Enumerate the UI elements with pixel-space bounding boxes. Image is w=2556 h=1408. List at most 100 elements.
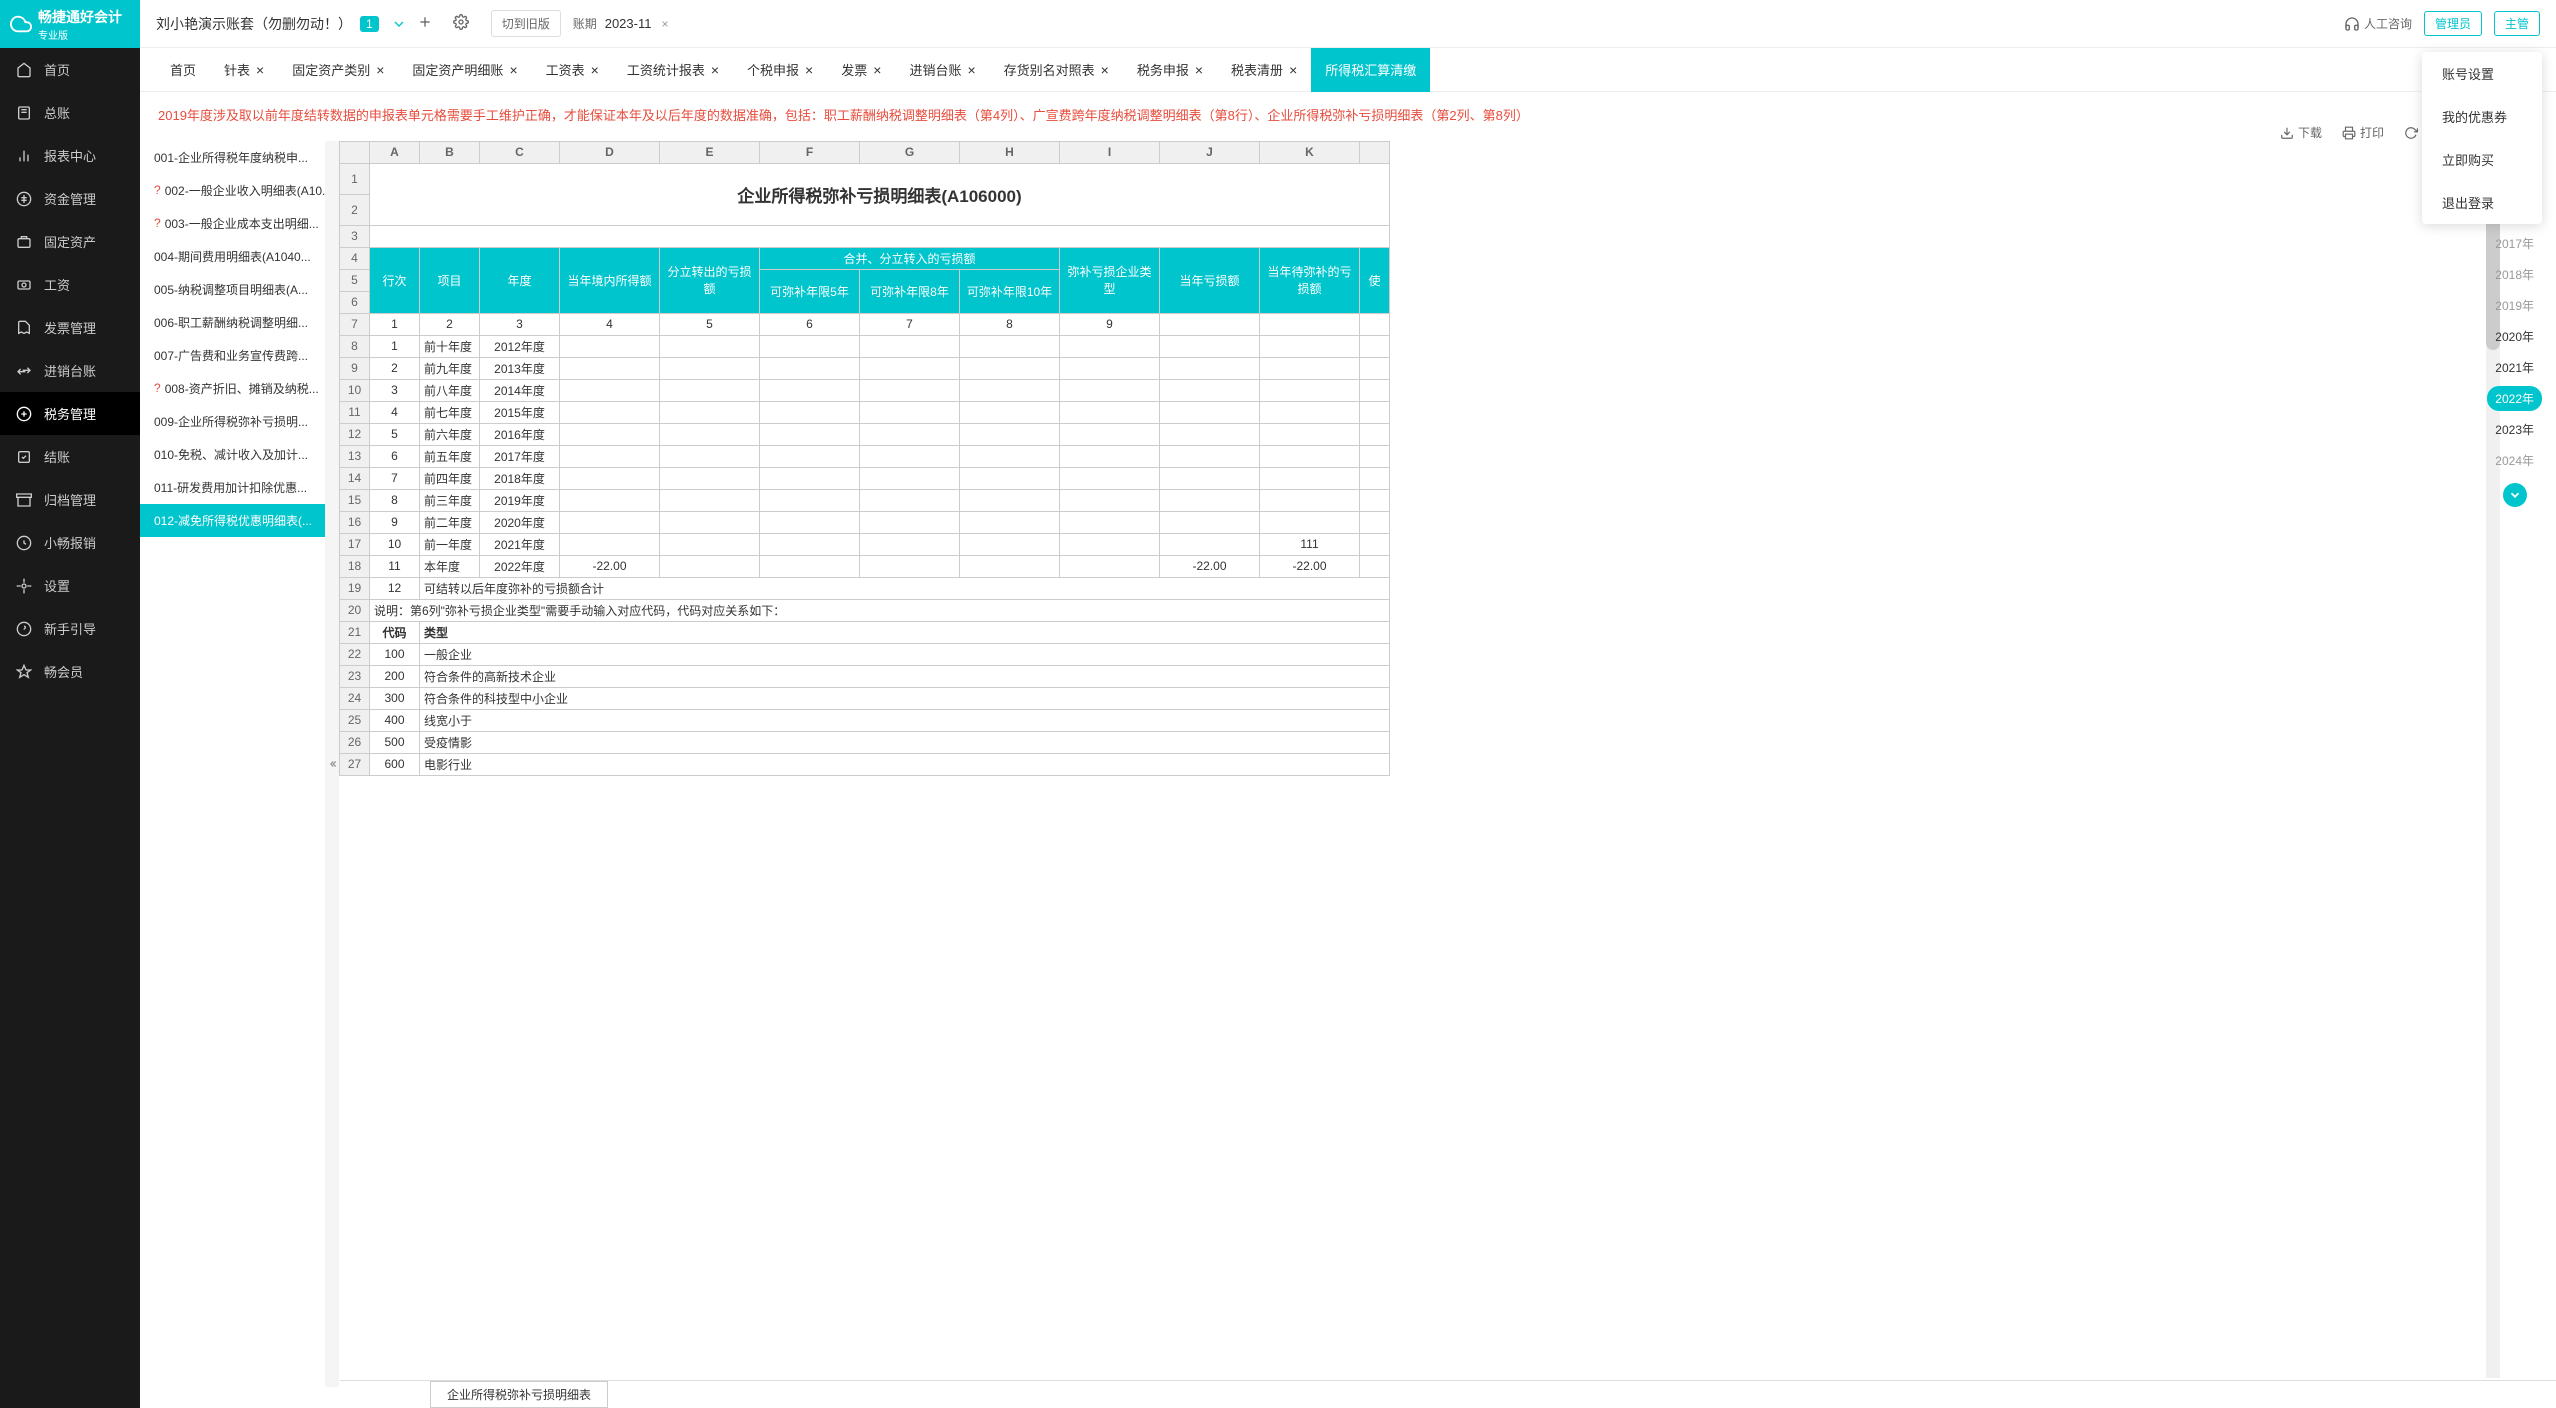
tab[interactable]: 固定资产类别×: [278, 48, 398, 92]
report-item[interactable]: 010-免税、减计收入及加计...: [140, 438, 325, 471]
col-header[interactable]: B: [420, 141, 480, 163]
dropdown-item[interactable]: 立即购买: [2422, 138, 2542, 181]
report-item[interactable]: ?003-一般企业成本支出明细...: [140, 207, 325, 240]
nav-label: 报表中心: [44, 146, 96, 165]
nav-close[interactable]: 结账: [0, 435, 140, 478]
tab[interactable]: 税表清册×: [1217, 48, 1311, 92]
salary-icon: [16, 277, 32, 293]
tab-close-icon[interactable]: ×: [1289, 62, 1297, 78]
period-close-icon[interactable]: ×: [661, 17, 668, 31]
year-rail: 2016年2017年2018年2019年2020年2021年2022年2023年…: [2487, 200, 2542, 511]
year-more-icon[interactable]: [2503, 483, 2527, 507]
tab-label: 所得税汇算清缴: [1325, 60, 1416, 79]
nav-asset[interactable]: 固定资产: [0, 220, 140, 263]
tab[interactable]: 存货别名对照表×: [990, 48, 1123, 92]
col-header[interactable]: G: [860, 141, 960, 163]
nav-salary[interactable]: 工资: [0, 263, 140, 306]
print-button[interactable]: 打印: [2342, 124, 2384, 141]
report-item[interactable]: 011-研发费用加计扣除优惠...: [140, 471, 325, 504]
report-item[interactable]: 012-减免所得税优惠明细表(...: [140, 504, 325, 537]
nav-vip[interactable]: 畅会员: [0, 650, 140, 693]
col-header[interactable]: A: [370, 141, 420, 163]
year-pill[interactable]: 2017年: [2487, 231, 2542, 256]
year-pill[interactable]: 2021年: [2487, 355, 2542, 380]
tab[interactable]: 针表×: [210, 48, 278, 92]
tab[interactable]: 税务申报×: [1123, 48, 1217, 92]
year-pill[interactable]: 2024年: [2487, 448, 2542, 473]
tab[interactable]: 发票×: [827, 48, 895, 92]
role-supervisor-button[interactable]: 主管: [2494, 11, 2540, 36]
dropdown-item[interactable]: 账号设置: [2422, 52, 2542, 95]
tab-close-icon[interactable]: ×: [1195, 62, 1203, 78]
tab[interactable]: 工资表×: [532, 48, 613, 92]
report-item[interactable]: ?008-资产折旧、摊销及纳税...: [140, 372, 325, 405]
nav-money[interactable]: 资金管理: [0, 177, 140, 220]
report-item[interactable]: ?002-一般企业收入明细表(A10...: [140, 174, 325, 207]
nav-guide[interactable]: 新手引导: [0, 607, 140, 650]
nav-ledger[interactable]: 总账: [0, 91, 140, 134]
report-item[interactable]: 005-纳税调整项目明细表(A...: [140, 273, 325, 306]
col-header[interactable]: J: [1160, 141, 1260, 163]
dropdown-item[interactable]: 我的优惠券: [2422, 95, 2542, 138]
tab[interactable]: 固定资产明细账×: [398, 48, 531, 92]
col-header[interactable]: H: [960, 141, 1060, 163]
tab[interactable]: 个税申报×: [733, 48, 827, 92]
nav-invoice[interactable]: 发票管理: [0, 306, 140, 349]
col-header[interactable]: C: [480, 141, 560, 163]
tab-close-icon[interactable]: ×: [805, 62, 813, 78]
sheet-area[interactable]: ABCDEFGHIJK1企业所得税弥补亏损明细表(A106000)234行次项目…: [339, 141, 2556, 1387]
tab[interactable]: 工资统计报表×: [613, 48, 733, 92]
vip-icon: [16, 664, 32, 680]
period-value[interactable]: 2023-11: [605, 16, 652, 31]
nav-home[interactable]: 首页: [0, 48, 140, 91]
tab-close-icon[interactable]: ×: [591, 62, 599, 78]
report-label: 007-广告费和业务宣传费跨...: [154, 347, 308, 364]
nav-expense[interactable]: 小畅报销: [0, 521, 140, 564]
account-name[interactable]: 刘小艳演示账套（勿删勿动！）: [156, 14, 352, 34]
tab-close-icon[interactable]: ×: [256, 62, 264, 78]
year-pill[interactable]: 2020年: [2487, 324, 2542, 349]
report-item[interactable]: 006-职工薪酬纳税调整明细...: [140, 306, 325, 339]
tab-close-icon[interactable]: ×: [1101, 62, 1109, 78]
col-header[interactable]: K: [1260, 141, 1360, 163]
role-admin-button[interactable]: 管理员: [2424, 11, 2482, 36]
support-link[interactable]: 人工咨询: [2344, 15, 2412, 32]
year-pill[interactable]: 2018年: [2487, 262, 2542, 287]
tab[interactable]: 所得税汇算清缴: [1311, 48, 1430, 92]
tab[interactable]: 进销台账×: [895, 48, 989, 92]
report-label: 011-研发费用加计扣除优惠...: [154, 479, 307, 496]
col-header[interactable]: D: [560, 141, 660, 163]
nav-archive[interactable]: 归档管理: [0, 478, 140, 521]
tab-close-icon[interactable]: ×: [873, 62, 881, 78]
report-item[interactable]: 001-企业所得税年度纳税申...: [140, 141, 325, 174]
year-pill[interactable]: 2019年: [2487, 293, 2542, 318]
spreadsheet[interactable]: ABCDEFGHIJK1企业所得税弥补亏损明细表(A106000)234行次项目…: [339, 141, 1390, 776]
tab-close-icon[interactable]: ×: [967, 62, 975, 78]
gear-icon[interactable]: [453, 14, 469, 33]
report-item[interactable]: 009-企业所得税弥补亏损明...: [140, 405, 325, 438]
chevron-down-icon[interactable]: [391, 16, 407, 32]
report-item[interactable]: 004-期间费用明细表(A1040...: [140, 240, 325, 273]
nav-tax[interactable]: 税务管理: [0, 392, 140, 435]
nav-chart[interactable]: 报表中心: [0, 134, 140, 177]
collapse-handle[interactable]: [325, 141, 339, 1387]
tab[interactable]: 首页: [156, 48, 210, 92]
col-header[interactable]: I: [1060, 141, 1160, 163]
col-header[interactable]: E: [660, 141, 760, 163]
switch-old-button[interactable]: 切到旧版: [491, 10, 561, 37]
report-item[interactable]: 007-广告费和业务宣传费跨...: [140, 339, 325, 372]
tab-close-icon[interactable]: ×: [376, 62, 384, 78]
tab-close-icon[interactable]: ×: [509, 62, 517, 78]
tab-close-icon[interactable]: ×: [711, 62, 719, 78]
nav-settings[interactable]: 设置: [0, 564, 140, 607]
report-list: 001-企业所得税年度纳税申...?002-一般企业收入明细表(A10...?0…: [140, 141, 325, 1387]
sheet-tab[interactable]: 企业所得税弥补亏损明细表: [430, 1381, 608, 1408]
dropdown-item[interactable]: 退出登录: [2422, 181, 2542, 224]
year-pill[interactable]: 2023年: [2487, 417, 2542, 442]
year-pill[interactable]: 2022年: [2487, 386, 2542, 411]
nav-inout[interactable]: 进销台账: [0, 349, 140, 392]
add-icon[interactable]: [417, 14, 433, 33]
nav-label: 新手引导: [44, 619, 96, 638]
download-button[interactable]: 下载: [2280, 124, 2322, 141]
col-header[interactable]: F: [760, 141, 860, 163]
